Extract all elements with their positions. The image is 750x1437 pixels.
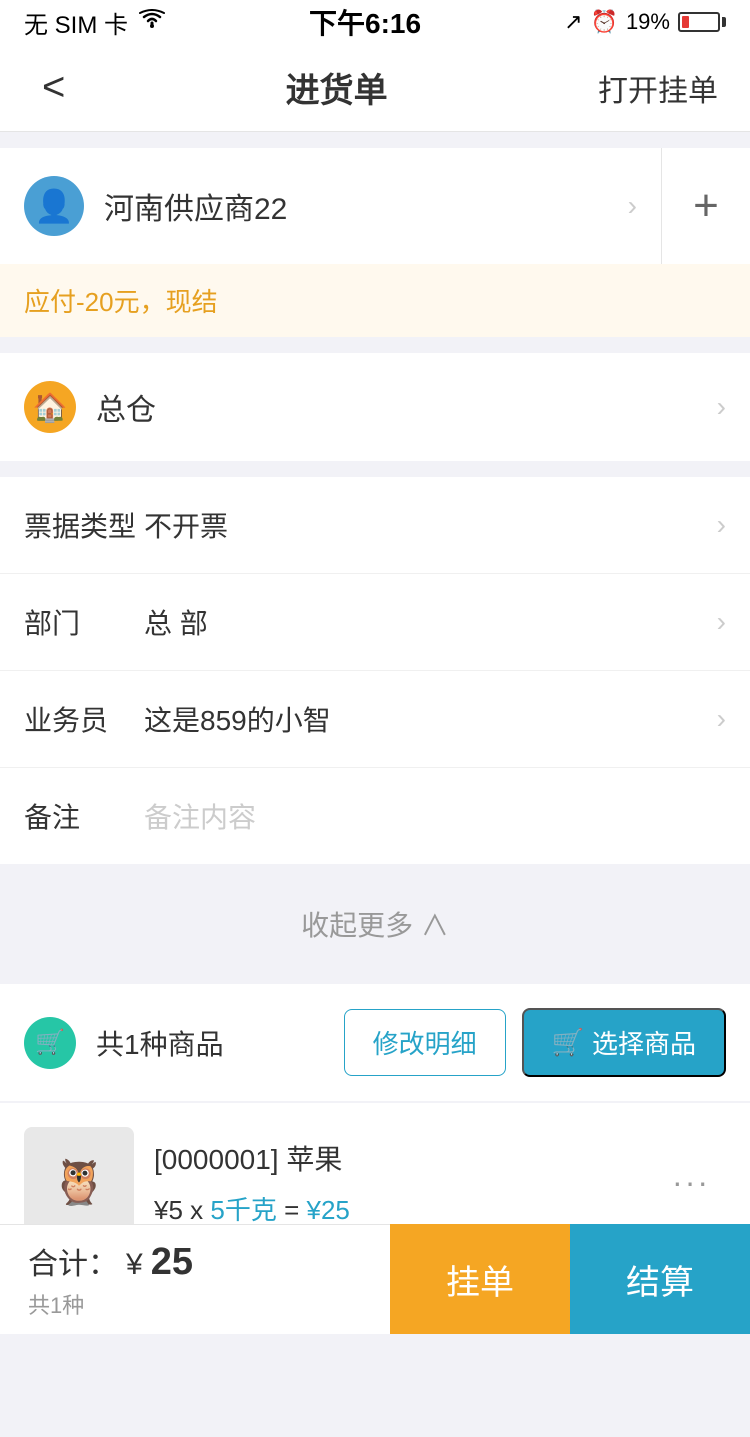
remark-label: 备注 [24,796,144,836]
chevron-right-icon: › [717,606,726,638]
warehouse-section: 🏠 总仓 › [0,353,750,461]
invoice-value: 不开票 [144,505,707,545]
invoice-type-row[interactable]: 票据类型 不开票 › [0,477,750,574]
total-label: 合计： [28,1239,118,1283]
total-line: 合计： ¥ 25 [28,1239,362,1284]
remark-row[interactable]: 备注 备注内容 [0,768,750,864]
add-supplier-button[interactable]: + [662,148,750,264]
supplier-selector[interactable]: 👤 河南供应商22 › [0,148,662,264]
total-area: 合计： ¥ 25 共1种 [0,1224,390,1334]
edit-detail-button[interactable]: 修改明细 [344,1009,506,1076]
battery-percent: 19% [626,9,670,35]
total-sub: 共1种 [28,1288,362,1320]
status-time: 下午6:16 [309,2,421,42]
product-info: [0000001] 苹果 ¥5 x 5千克 = ¥25 [154,1138,656,1227]
cart-icon: 🛒 [35,1028,65,1057]
collapse-button[interactable]: 收起更多 ∧ [0,880,750,968]
open-hang-button[interactable]: 打开挂单 [598,66,718,110]
department-row[interactable]: 部门 总 部 › [0,574,750,671]
chevron-right-icon: › [717,391,726,423]
status-left: 无 SIM 卡 [24,5,166,40]
status-right: ↗ ⏰ 19% [564,9,726,35]
chevron-right-icon: › [717,509,726,541]
invoice-label: 票据类型 [24,505,144,545]
battery-icon [678,12,726,32]
supplier-name: 河南供应商22 [104,184,618,228]
wifi-icon [138,8,166,36]
chevron-right-icon: › [717,703,726,735]
hang-button[interactable]: 挂单 [390,1224,570,1334]
salesman-row[interactable]: 业务员 这是859的小智 › [0,671,750,768]
more-options-button[interactable]: ··· [656,1156,726,1209]
form-section: 票据类型 不开票 › 部门 总 部 › 业务员 这是859的小智 › 备注 备注… [0,477,750,864]
page-title: 进货单 [286,63,388,112]
warehouse-selector[interactable]: 🏠 总仓 › [0,353,750,461]
dept-value: 总 部 [144,602,707,642]
salesman-label: 业务员 [24,699,144,739]
owl-icon: 🦉 [52,1156,107,1208]
total-amount: 25 [151,1241,193,1284]
product-price: ¥5 x 5千克 = ¥25 [154,1190,656,1227]
select-icon: 🛒 [552,1027,584,1058]
person-icon: 👤 [34,187,74,225]
warehouse-name: 总仓 [96,385,707,429]
supplier-section: 👤 河南供应商22 › + 应付-20元，现结 [0,148,750,337]
dept-label: 部门 [24,602,144,642]
carrier-label: 无 SIM 卡 [24,5,128,40]
total-symbol: ¥ [126,1248,143,1282]
salesman-value: 这是859的小智 [144,699,707,739]
product-name: [0000001] 苹果 [154,1138,656,1178]
product-icon: 🛒 [24,1017,76,1069]
location-icon: ↗ [564,9,582,35]
product-count: 共1种商品 [96,1023,344,1063]
product-thumbnail: 🦉 [24,1127,134,1237]
nav-bar: < 进货单 打开挂单 [0,44,750,132]
back-button[interactable]: < [32,55,75,120]
home-icon: 🏠 [33,391,68,424]
remark-input[interactable]: 备注内容 [144,796,726,836]
checkout-button[interactable]: 结算 [570,1224,750,1334]
select-product-button[interactable]: 🛒 选择商品 [522,1008,726,1077]
product-header: 🛒 共1种商品 修改明细 🛒 选择商品 [0,984,750,1101]
bottom-bar: 合计： ¥ 25 共1种 挂单 结算 [0,1224,750,1334]
warning-banner: 应付-20元，现结 [0,264,750,337]
alarm-icon: ⏰ [591,9,618,35]
chevron-right-icon: › [628,190,637,222]
warehouse-icon: 🏠 [24,381,76,433]
status-bar: 无 SIM 卡 下午6:16 ↗ ⏰ 19% [0,0,750,44]
ellipsis-icon: ··· [672,1164,710,1201]
supplier-avatar: 👤 [24,176,84,236]
